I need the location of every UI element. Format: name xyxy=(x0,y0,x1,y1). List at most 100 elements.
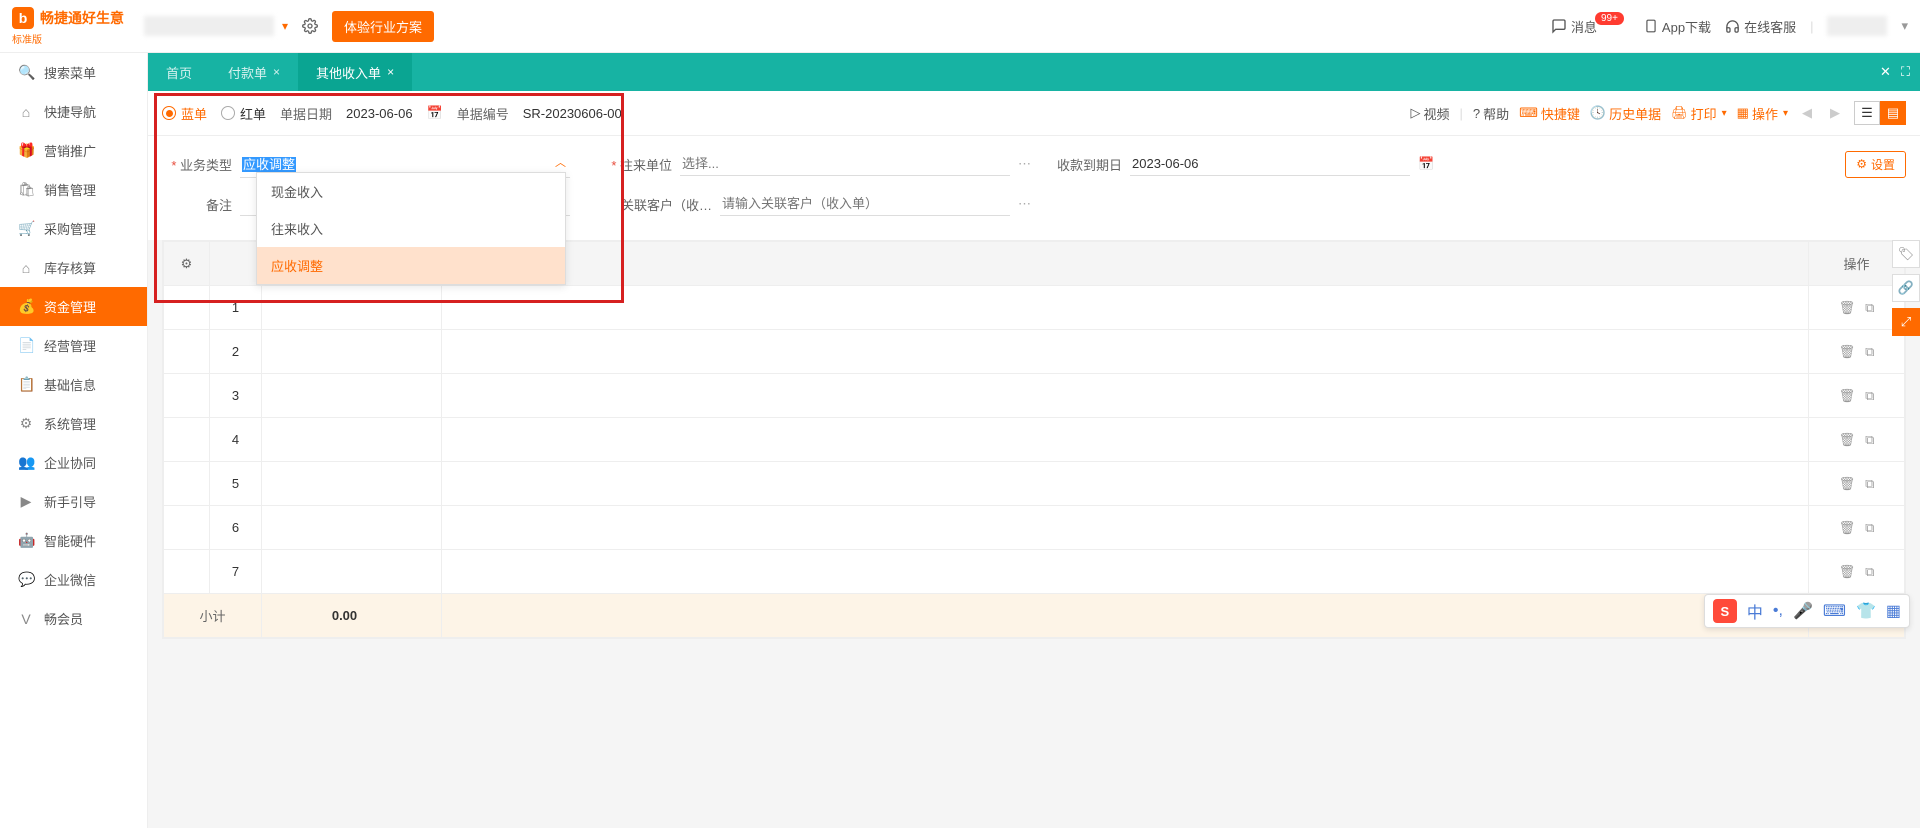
tab-home[interactable]: 首页 xyxy=(148,53,210,91)
video-link[interactable]: ▷视频 xyxy=(1410,104,1449,123)
history-link[interactable]: 🕓历史单据 xyxy=(1590,104,1661,123)
ime-lang[interactable]: 中 xyxy=(1747,599,1763,623)
table-row[interactable]: 1🗑⧉ xyxy=(164,286,1905,330)
sidebar-item-search[interactable]: 🔍搜索菜单 xyxy=(0,53,147,92)
sidebar-item-guide[interactable]: ▶新手引导 xyxy=(0,482,147,521)
view-list-button[interactable]: ☰ xyxy=(1854,101,1880,125)
vip-icon: V xyxy=(18,611,34,627)
table-row[interactable]: 3 🗑 ⧉ xyxy=(164,374,1905,418)
subtotal-row: 小计 0.00 xyxy=(164,594,1905,638)
calendar-icon[interactable]: 📅 xyxy=(1418,156,1434,172)
brand-name: 畅捷通好生意 xyxy=(40,8,124,28)
delete-icon[interactable]: 🗑 xyxy=(1839,344,1856,359)
sidebar-item-operation[interactable]: 📄经营管理 xyxy=(0,326,147,365)
ime-mic-icon[interactable]: 🎤 xyxy=(1793,601,1813,621)
chevron-up-icon[interactable]: ︿ xyxy=(555,154,566,170)
close-icon[interactable]: × xyxy=(273,65,280,79)
copy-icon[interactable]: ⧉ xyxy=(1865,300,1874,315)
th-gear[interactable]: ⚙ xyxy=(164,242,210,286)
form-area: 业务类型 应收调整 ︿ 往来单位 ⋯ 收款到期日 📅 xyxy=(148,136,1920,240)
dropdown-item-receivable-adjust[interactable]: 应收调整 xyxy=(257,247,565,284)
sidebar-item-marketing[interactable]: 🎁营销推广 xyxy=(0,131,147,170)
copy-icon[interactable]: ⧉ xyxy=(1865,388,1874,403)
user-dropdown-icon[interactable]: ▾ xyxy=(1901,18,1908,34)
radio-red[interactable]: 红单 xyxy=(221,104,266,123)
company-dropdown-icon[interactable]: ▾ xyxy=(282,19,288,33)
doc-type-radio-group: 蓝单 红单 xyxy=(162,104,266,123)
delete-icon[interactable]: 🗑 xyxy=(1839,432,1856,447)
receive-date-input[interactable] xyxy=(1130,152,1410,176)
calendar-icon[interactable]: 📅 xyxy=(427,105,443,121)
sidebar-item-vip[interactable]: V畅会员 xyxy=(0,599,147,638)
sidebar-item-wecom[interactable]: 💬企业微信 xyxy=(0,560,147,599)
ime-skin-icon[interactable]: 👕 xyxy=(1856,601,1876,621)
sidebar-item-collab[interactable]: 👥企业协同 xyxy=(0,443,147,482)
ime-punct-icon[interactable]: •, xyxy=(1773,602,1783,620)
copy-icon[interactable]: ⧉ xyxy=(1865,432,1874,447)
app-download-link[interactable]: App下载 xyxy=(1644,17,1711,36)
sidebar-item-sales[interactable]: 🛍销售管理 xyxy=(0,170,147,209)
view-detail-button[interactable]: ▤ xyxy=(1880,101,1906,125)
table-row[interactable]: 7🗑⧉ xyxy=(164,550,1905,594)
delete-icon[interactable]: 🗑 xyxy=(1839,520,1856,535)
delete-icon[interactable]: 🗑 xyxy=(1839,564,1856,579)
delete-icon[interactable]: 🗑 xyxy=(1839,300,1856,315)
tab-other-income[interactable]: 其他收入单× xyxy=(298,53,412,91)
operate-link[interactable]: ▦操作▾ xyxy=(1737,104,1788,123)
nav-prev-icon[interactable]: ◀ xyxy=(1798,105,1816,121)
print-link[interactable]: 🖨打印▾ xyxy=(1671,104,1727,123)
float-attach-button[interactable]: 🔗 xyxy=(1892,274,1920,302)
home-icon: ⌂ xyxy=(18,104,34,120)
gear-icon: ⚙ xyxy=(18,415,34,432)
copy-icon[interactable]: ⧉ xyxy=(1865,520,1874,535)
table-row[interactable]: 6🗑⧉ xyxy=(164,506,1905,550)
copy-icon[interactable]: ⧉ xyxy=(1865,476,1874,491)
table-row[interactable]: 5🗑⧉ xyxy=(164,462,1905,506)
more-icon[interactable]: ⋯ xyxy=(1018,196,1031,212)
ime-keyboard-icon[interactable]: ⌨ xyxy=(1823,601,1846,621)
tab-payment[interactable]: 付款单× xyxy=(210,53,298,91)
sidebar-item-inventory[interactable]: ⌂库存核算 xyxy=(0,248,147,287)
user-avatar-blurred[interactable] xyxy=(1827,16,1887,36)
sidebar-item-funds[interactable]: 💰资金管理 xyxy=(0,287,147,326)
sidebar-item-system[interactable]: ⚙系统管理 xyxy=(0,404,147,443)
shortcut-link[interactable]: ⌨快捷键 xyxy=(1519,104,1580,123)
table-row[interactable]: 2🗑⧉ xyxy=(164,330,1905,374)
ime-logo-icon[interactable]: S xyxy=(1713,599,1737,623)
row-seq: 3 xyxy=(210,374,262,418)
wechat-icon: 💬 xyxy=(18,571,34,588)
delete-icon[interactable]: 🗑 xyxy=(1839,388,1856,403)
settings-button[interactable]: ⚙设置 xyxy=(1845,151,1906,178)
close-icon[interactable]: × xyxy=(387,65,394,79)
ime-tools-icon[interactable]: ▦ xyxy=(1886,601,1901,621)
float-expand-button[interactable]: ⤢ xyxy=(1892,308,1920,336)
copy-icon[interactable]: ⧉ xyxy=(1865,564,1874,579)
radio-blue[interactable]: 蓝单 xyxy=(162,104,207,123)
nav-next-icon[interactable]: ▶ xyxy=(1826,105,1844,121)
dropdown-item-receivable-income[interactable]: 往来收入 xyxy=(257,210,565,247)
messages-label: 消息 xyxy=(1571,17,1597,36)
search-icon: 🔍 xyxy=(18,64,34,81)
partner-input[interactable] xyxy=(680,152,1010,176)
sidebar-item-quicknav[interactable]: ⌂快捷导航 xyxy=(0,92,147,131)
grid-icon: ▦ xyxy=(1737,105,1749,121)
subtotal-label: 小计 xyxy=(164,594,262,638)
tabs-expand-icon[interactable]: ⛶ xyxy=(1901,64,1910,80)
table-row[interactable]: 4🗑⧉ xyxy=(164,418,1905,462)
sidebar-item-basicinfo[interactable]: 📋基础信息 xyxy=(0,365,147,404)
sidebar-item-hardware[interactable]: 🤖智能硬件 xyxy=(0,521,147,560)
more-icon[interactable]: ⋯ xyxy=(1018,156,1031,172)
tabs-close-all-icon[interactable]: ✕ xyxy=(1880,64,1891,80)
delete-icon[interactable]: 🗑 xyxy=(1839,476,1856,491)
sidebar-item-purchase[interactable]: 🛒采购管理 xyxy=(0,209,147,248)
dropdown-item-cash[interactable]: 现金收入 xyxy=(257,173,565,210)
online-service-link[interactable]: 在线客服 xyxy=(1725,17,1796,36)
copy-icon[interactable]: ⧉ xyxy=(1865,344,1874,359)
messages-link[interactable]: 消息 99+ xyxy=(1551,17,1630,36)
trial-industry-button[interactable]: 体验行业方案 xyxy=(332,11,434,42)
help-link[interactable]: ?帮助 xyxy=(1473,104,1509,123)
related-input[interactable] xyxy=(720,192,1010,216)
settings-icon[interactable] xyxy=(302,18,318,34)
bag-icon: 🛍 xyxy=(18,181,34,198)
float-tag-button[interactable]: 🏷 xyxy=(1892,240,1920,268)
